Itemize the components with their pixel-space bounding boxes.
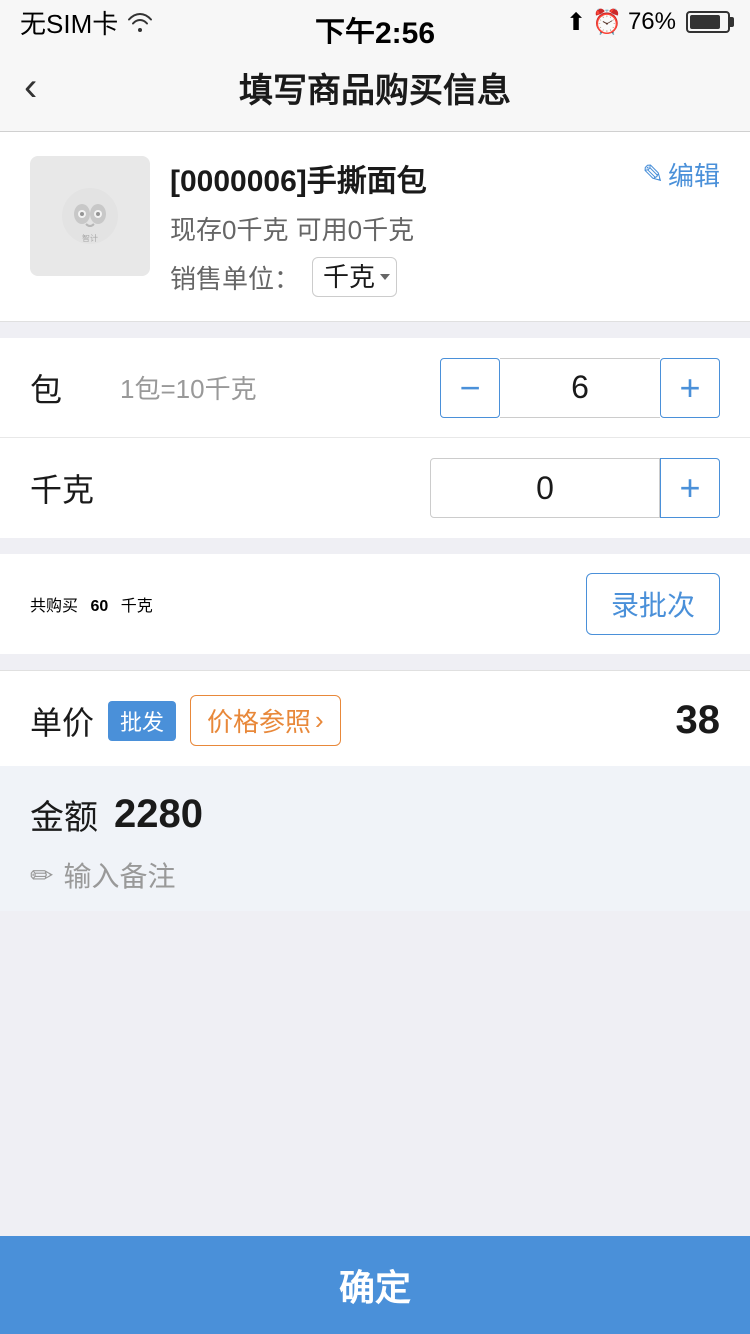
package-row: 包 1包=10千克 − + <box>0 338 750 438</box>
input-section: 包 1包=10千克 − + 千克 + <box>0 338 750 538</box>
price-reference-button[interactable]: 价格参照 › <box>190 695 341 746</box>
package-hint: 1包=10千克 <box>120 369 440 406</box>
nav-bar: ‹ 填写商品购买信息 <box>0 44 750 132</box>
price-row: 单价 批发 价格参照 › 38 <box>30 695 720 746</box>
package-increment-button[interactable]: + <box>660 358 720 418</box>
total-unit: 千克 <box>121 598 153 615</box>
battery-icon <box>686 11 730 33</box>
edit-button[interactable]: ✎ 编辑 <box>642 156 720 193</box>
pencil-icon: ✏ <box>30 859 53 892</box>
product-thumbnail-icon: 智计 <box>60 186 120 246</box>
unit-label: 销售单位： <box>170 259 300 296</box>
product-unit-row: 销售单位： 千克 <box>170 257 720 297</box>
total-prefix: 共购买 <box>30 598 78 615</box>
edit-label: 编辑 <box>668 156 720 193</box>
page-title: 填写商品购买信息 <box>239 63 511 112</box>
amount-label: 金额 <box>30 790 98 839</box>
svg-text:智计: 智计 <box>82 233 98 243</box>
section-divider-2 <box>0 538 750 554</box>
total-section: 共购买 60 千克 录批次 <box>0 554 750 654</box>
kg-stepper: + <box>430 458 720 518</box>
chevron-right-icon: › <box>315 705 324 736</box>
package-input[interactable] <box>500 358 660 418</box>
kg-row: 千克 + <box>0 438 750 538</box>
confirm-button[interactable]: 确定 <box>0 1236 750 1334</box>
product-info: [0000006]手撕面包 现存0千克 可用0千克 销售单位： 千克 <box>170 156 720 297</box>
price-section: 单价 批发 价格参照 › 38 <box>0 670 750 766</box>
kg-input[interactable] <box>430 458 660 518</box>
location-icon: ⬆ <box>566 8 586 37</box>
wifi-icon <box>126 12 154 32</box>
product-name: [0000006]手撕面包 <box>170 156 720 200</box>
package-decrement-button[interactable]: − <box>440 358 500 418</box>
unit-select[interactable]: 千克 <box>312 257 397 297</box>
price-tag: 批发 <box>108 701 176 741</box>
package-stepper: − + <box>440 358 720 418</box>
carrier-text: 无SIM卡 <box>20 4 118 41</box>
section-divider-1 <box>0 322 750 338</box>
remark-row[interactable]: ✏ 输入备注 <box>30 855 720 895</box>
batch-button[interactable]: 录批次 <box>586 573 720 635</box>
total-text: 共购买 60 千克 <box>30 592 153 616</box>
product-stock: 现存0千克 可用0千克 <box>170 210 720 247</box>
battery-pct: 76% <box>628 8 676 36</box>
confirm-label: 确定 <box>339 1259 411 1311</box>
amount-row: 金额 2280 <box>30 790 720 839</box>
kg-increment-button[interactable]: + <box>660 458 720 518</box>
total-amount: 60 <box>90 598 108 615</box>
price-value: 38 <box>676 698 721 743</box>
product-card: 智计 [0000006]手撕面包 现存0千克 可用0千克 销售单位： 千克 ✎ … <box>0 132 750 322</box>
product-image: 智计 <box>30 156 150 276</box>
amount-section: 金额 2280 ✏ 输入备注 <box>0 766 750 911</box>
section-divider-3 <box>0 654 750 670</box>
status-bar: 无SIM卡 下午2:56 ⬆ ⏰ 76% <box>0 0 750 44</box>
empty-area <box>0 911 750 1251</box>
status-right: ⬆ ⏰ 76% <box>566 8 730 37</box>
amount-value: 2280 <box>114 792 203 837</box>
alarm-icon: ⏰ <box>592 8 622 37</box>
remark-placeholder: 输入备注 <box>63 855 175 895</box>
edit-icon: ✎ <box>642 159 664 190</box>
price-ref-label: 价格参照 <box>207 702 311 739</box>
status-left: 无SIM卡 <box>20 4 154 41</box>
back-button[interactable]: ‹ <box>24 65 37 110</box>
price-label: 单价 <box>30 698 94 744</box>
package-label: 包 <box>30 365 110 411</box>
kg-label: 千克 <box>30 465 110 511</box>
